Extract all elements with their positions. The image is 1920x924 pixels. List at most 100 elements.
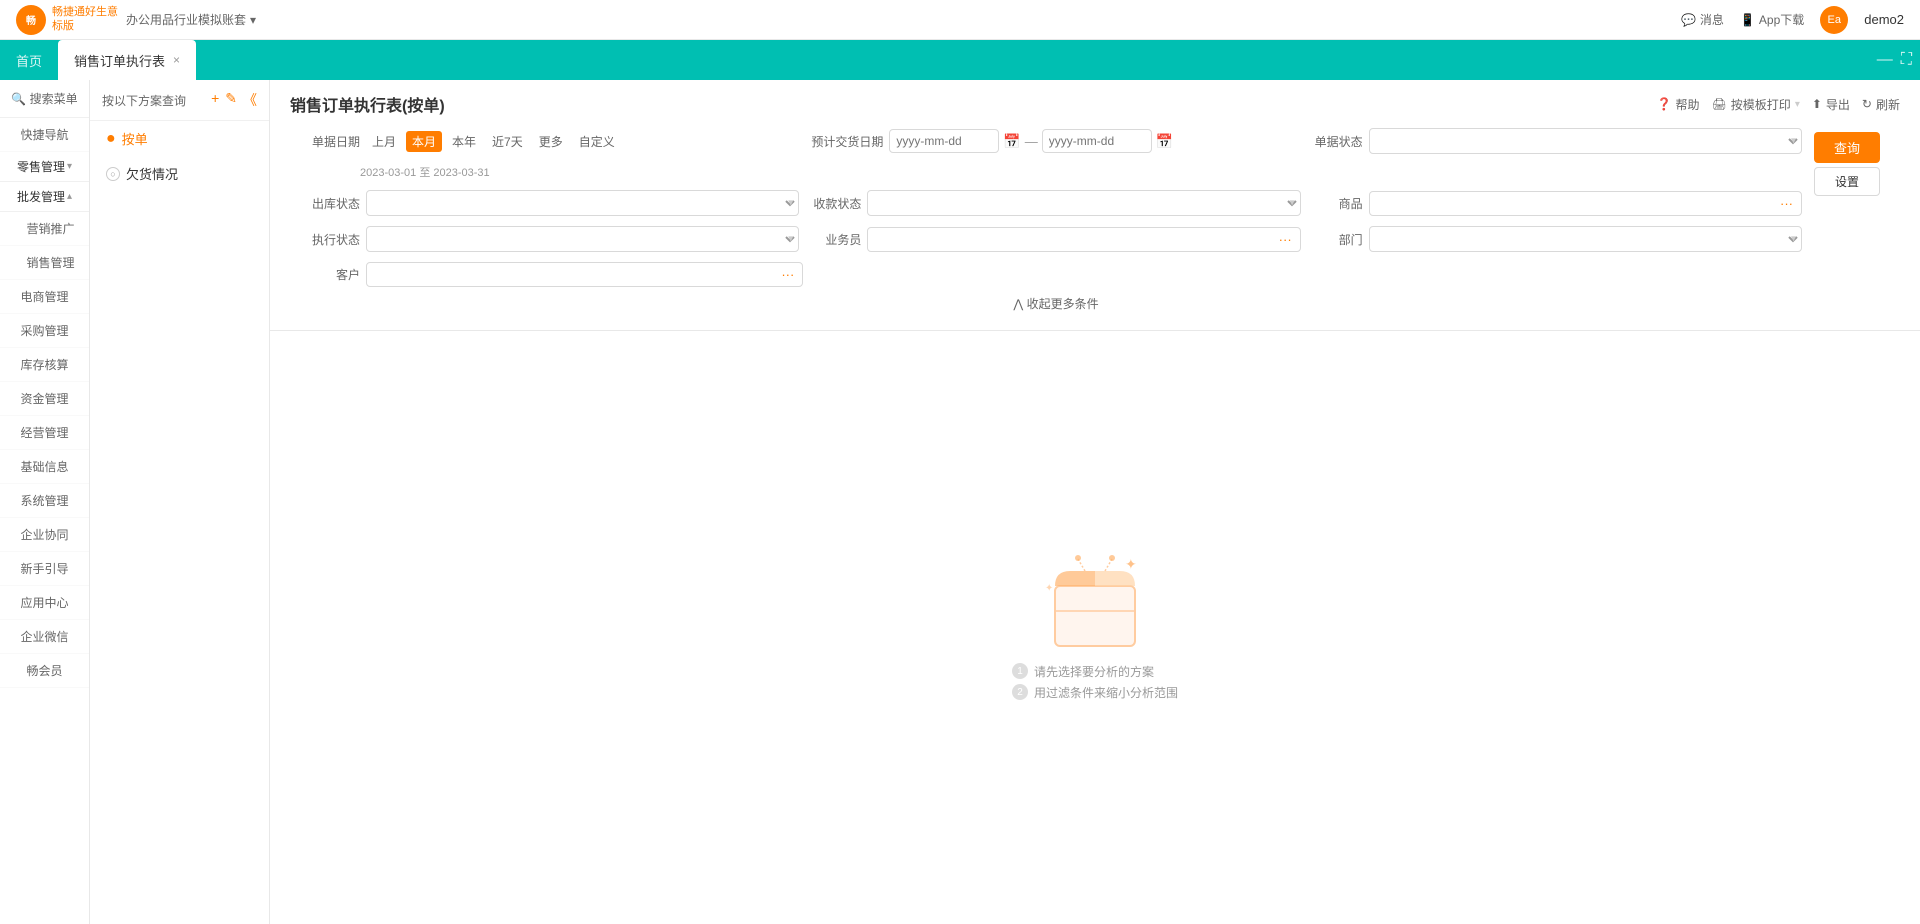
breadcrumb[interactable]: 办公用品行业模拟账套 ▾ [126, 11, 256, 28]
receipt-status-select[interactable] [867, 190, 1300, 216]
sidebar-item-purchase[interactable]: 采购管理 [0, 314, 89, 348]
help-button[interactable]: ❓ 帮助 [1657, 96, 1700, 113]
date-btn-last-month[interactable]: 上月 [366, 131, 402, 152]
exec-status-select-wrapper [366, 226, 799, 252]
date-range-text: 2023-03-01 至 2023-03-31 [360, 167, 490, 179]
customer-more-icon[interactable]: ··· [781, 267, 794, 282]
tip-text-1: 请先选择要分析的方案 [1034, 663, 1154, 680]
sidebar-item-retail[interactable]: 零售管理 ▾ [0, 152, 89, 182]
sidebar-item-member[interactable]: 畅会员 [0, 654, 89, 688]
out-status-select[interactable] [366, 190, 799, 216]
date-btn-this-month[interactable]: 本月 [406, 131, 442, 152]
app-download-label: App下载 [1759, 11, 1804, 28]
order-date-filter: 单据日期 上月 本月 本年 近7天 更多 自定义 [310, 131, 799, 152]
customer-label: 客户 [310, 266, 360, 283]
customer-field[interactable]: ··· [366, 262, 803, 287]
sidebar-retail-arrow-icon: ▾ [67, 161, 72, 172]
sidebar-retail-label: 零售管理 [17, 158, 65, 175]
sidebar-search[interactable]: 🔍 搜索菜单 [0, 80, 89, 118]
date-btn-custom[interactable]: 自定义 [573, 131, 621, 152]
collapse-button[interactable]: ⋀ 收起更多条件 [310, 291, 1802, 320]
date-btn-this-year[interactable]: 本年 [446, 131, 482, 152]
goods-field[interactable]: ··· [1369, 191, 1802, 216]
sidebar-item-finance[interactable]: 资金管理 [0, 382, 89, 416]
sidebar-finance-label: 资金管理 [20, 392, 68, 406]
sidebar-ecommerce-label: 电商管理 [20, 290, 68, 304]
customer-filter: 客户 ··· [310, 262, 803, 287]
salesman-filter: 业务员 ··· [811, 227, 1300, 252]
sidebar-item-marketing[interactable]: 营销推广 [0, 212, 89, 246]
tab-close-icon[interactable]: × [173, 53, 180, 67]
sidebar-item-wholesale[interactable]: 批发管理 ▴ [0, 182, 89, 212]
sidebar-sales-label: 销售管理 [26, 256, 74, 270]
tab-home[interactable]: 首页 [0, 40, 58, 80]
order-status-select[interactable] [1369, 128, 1802, 154]
left-panel-collapse-icon[interactable]: 《 [243, 90, 257, 110]
date-icon-from: 📅 [1003, 133, 1020, 150]
page-header: 销售订单执行表(按单) ❓ 帮助 🖨 按模板打印 ▾ ⬆ [270, 80, 1920, 331]
top-header: 畅 畅捷通好生意 标版 办公用品行业模拟账套 ▾ 💬 消息 📱 App下载 Ea… [0, 0, 1920, 40]
sidebar: 🔍 搜索菜单 快捷导航 零售管理 ▾ 批发管理 ▴ 营销推广 销售管理 电商管理… [0, 80, 90, 924]
app-download-button[interactable]: 📱 App下载 [1740, 11, 1804, 28]
left-panel-icons: + ✎ 《 [211, 90, 257, 110]
sidebar-search-label: 搜索菜单 [30, 92, 78, 106]
user-name[interactable]: demo2 [1864, 12, 1904, 27]
dept-select[interactable] [1369, 226, 1802, 252]
refresh-button[interactable]: ↻ 刷新 [1862, 96, 1900, 113]
goods-more-icon[interactable]: ··· [1780, 196, 1793, 211]
print-arrow-icon: ▾ [1795, 99, 1800, 110]
page-title-row: 销售订单执行表(按单) ❓ 帮助 🖨 按模板打印 ▾ ⬆ [290, 92, 1900, 116]
sidebar-item-enterprise[interactable]: 企业协同 [0, 518, 89, 552]
sidebar-system-label: 系统管理 [20, 494, 68, 508]
sidebar-item-sales[interactable]: 销售管理 [0, 246, 89, 280]
query-button[interactable]: 查询 [1814, 132, 1880, 163]
sidebar-item-wechat[interactable]: 企业微信 [0, 620, 89, 654]
sidebar-item-ecommerce[interactable]: 电商管理 [0, 280, 89, 314]
tab-fullscreen-icon[interactable]: ⛶ [1901, 51, 1912, 69]
logo-area: 畅 畅捷通好生意 标版 [16, 5, 118, 35]
left-panel-item-by-order[interactable]: ● 按单 [90, 121, 269, 156]
message-button[interactable]: 💬 消息 [1681, 11, 1724, 28]
date-btn-last7[interactable]: 近7天 [486, 131, 529, 152]
salesman-more-icon[interactable]: ··· [1279, 232, 1292, 247]
left-panel-add-icon[interactable]: + [211, 90, 219, 110]
left-panel-item-arrears[interactable]: ○ 欠货情况 [90, 156, 269, 191]
sidebar-item-inventory[interactable]: 库存核算 [0, 348, 89, 382]
sidebar-item-appstore[interactable]: 应用中心 [0, 586, 89, 620]
sidebar-item-base[interactable]: 基础信息 [0, 450, 89, 484]
logo-icon: 畅 [16, 5, 46, 35]
date-btn-more[interactable]: 更多 [533, 131, 569, 152]
help-label: 帮助 [1676, 96, 1700, 113]
page-title: 销售订单执行表(按单) [290, 92, 445, 116]
header-left: 畅 畅捷通好生意 标版 办公用品行业模拟账套 ▾ [16, 5, 256, 35]
tab-bar-right: — ⛶ [1877, 51, 1920, 69]
empty-tip-2: 2 用过滤条件来缩小分析范围 [1012, 684, 1178, 701]
sidebar-item-newbie[interactable]: 新手引导 [0, 552, 89, 586]
svg-text:✦: ✦ [1125, 556, 1137, 572]
content-main: ✦ ✦ 1 请先选择要分析的方案 2 [270, 331, 1920, 924]
search-icon: 🔍 [11, 92, 26, 106]
salesman-field[interactable]: ··· [867, 227, 1300, 252]
sidebar-inventory-label: 库存核算 [20, 358, 68, 372]
page-actions: ❓ 帮助 🖨 按模板打印 ▾ ⬆ 导出 ↻ [1657, 96, 1900, 113]
date-buttons: 上月 本月 本年 近7天 更多 自定义 [366, 131, 621, 152]
export-button[interactable]: ⬆ 导出 [1812, 96, 1850, 113]
expected-date-label: 预计交货日期 [811, 133, 883, 150]
expected-date-from-input[interactable] [889, 129, 999, 153]
exec-status-select[interactable] [366, 226, 799, 252]
left-panel-edit-icon[interactable]: ✎ [225, 90, 237, 110]
tab-sales-order[interactable]: 销售订单执行表 × [58, 40, 196, 80]
sidebar-item-operation[interactable]: 经营管理 [0, 416, 89, 450]
sidebar-item-quick-nav[interactable]: 快捷导航 [0, 118, 89, 152]
refresh-label: 刷新 [1876, 96, 1900, 113]
user-avatar[interactable]: Ea [1820, 6, 1848, 34]
app-download-icon: 📱 [1740, 13, 1755, 27]
refresh-icon: ↻ [1862, 97, 1872, 111]
date-dash: — [1025, 134, 1038, 149]
tab-minimize-icon[interactable]: — [1877, 51, 1893, 69]
order-status-select-wrapper [1369, 128, 1802, 154]
sidebar-item-system[interactable]: 系统管理 [0, 484, 89, 518]
settings-button[interactable]: 设置 [1814, 167, 1880, 196]
print-button[interactable]: 🖨 按模板打印 ▾ [1712, 96, 1800, 113]
expected-date-to-input[interactable] [1042, 129, 1152, 153]
